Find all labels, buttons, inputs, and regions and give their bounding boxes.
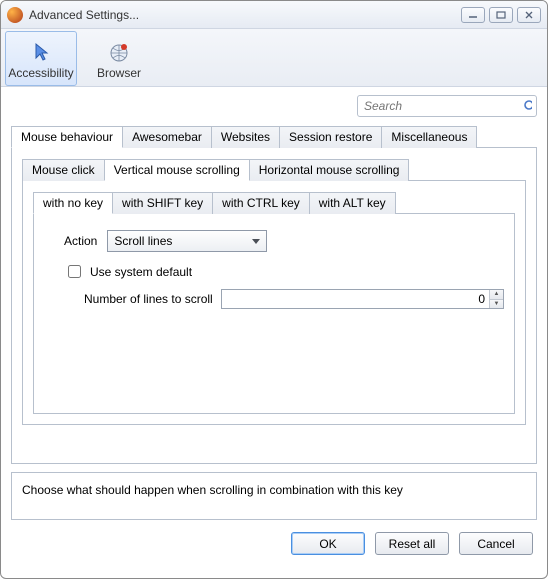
reset-all-button[interactable]: Reset all [375,532,449,555]
tab-no-key[interactable]: with no key [33,192,113,214]
close-icon [524,11,534,19]
search-box[interactable] [357,95,537,117]
tab-awesomebar[interactable]: Awesomebar [122,126,212,148]
toolbar-item-browser[interactable]: Browser [83,31,155,86]
toolbar-label-browser: Browser [97,66,141,80]
ok-button[interactable]: OK [291,532,365,555]
sub-tabstrip: Mouse click Vertical mouse scrolling Hor… [22,158,526,181]
chevron-down-icon [252,239,260,244]
cancel-button[interactable]: Cancel [459,532,533,555]
description-text: Choose what should happen when scrolling… [22,483,403,497]
sub-tabpanel: with no key with SHIFT key with CTRL key… [22,181,526,425]
close-button[interactable] [517,7,541,23]
tab-mouse-behaviour[interactable]: Mouse behaviour [11,126,123,148]
tab-vertical-scrolling[interactable]: Vertical mouse scrolling [104,159,250,181]
use-default-label: Use system default [90,265,192,279]
action-combo[interactable]: Scroll lines [107,230,267,252]
minimize-button[interactable] [461,7,485,23]
tab-ctrl-key[interactable]: with CTRL key [212,192,310,214]
num-lines-input[interactable] [222,290,489,308]
use-default-checkbox[interactable] [68,265,81,278]
toolbar-item-accessibility[interactable]: Accessibility [5,31,77,86]
tab-alt-key[interactable]: with ALT key [309,192,396,214]
num-lines-label: Number of lines to scroll [84,292,213,306]
app-icon [7,7,23,23]
tab-miscellaneous[interactable]: Miscellaneous [381,126,477,148]
dialog-buttons: OK Reset all Cancel [11,528,537,555]
tab-mouse-click[interactable]: Mouse click [22,159,105,181]
toolbar: Accessibility Browser [1,29,547,87]
main-tabpanel: Mouse click Vertical mouse scrolling Hor… [11,148,537,464]
num-lines-field[interactable]: ▲ ▼ [221,289,504,309]
spin-down-button[interactable]: ▼ [490,300,503,309]
main-tabs-container: Mouse behaviour Awesomebar Websites Sess… [11,125,537,464]
window-title: Advanced Settings... [29,8,461,22]
maximize-button[interactable] [489,7,513,23]
key-tabpanel: Action Scroll lines Use system default N [33,214,515,414]
cursor-icon [27,40,55,64]
description-box: Choose what should happen when scrolling… [11,472,537,520]
toolbar-label-accessibility: Accessibility [8,66,73,80]
key-tabstrip: with no key with SHIFT key with CTRL key… [33,191,515,214]
settings-window: Advanced Settings... Accessibility Brows… [0,0,548,579]
tab-session-restore[interactable]: Session restore [279,126,382,148]
search-icon [523,99,532,113]
titlebar: Advanced Settings... [1,1,547,29]
minimize-icon [468,11,478,19]
tab-websites[interactable]: Websites [211,126,280,148]
action-combo-value: Scroll lines [114,234,172,248]
tab-shift-key[interactable]: with SHIFT key [112,192,213,214]
globe-icon [105,40,133,64]
search-input[interactable] [362,98,523,114]
maximize-icon [496,11,506,19]
tab-horizontal-scrolling[interactable]: Horizontal mouse scrolling [249,159,410,181]
spin-up-button[interactable]: ▲ [490,290,503,300]
main-tabstrip: Mouse behaviour Awesomebar Websites Sess… [11,125,537,148]
action-label: Action [64,234,97,248]
